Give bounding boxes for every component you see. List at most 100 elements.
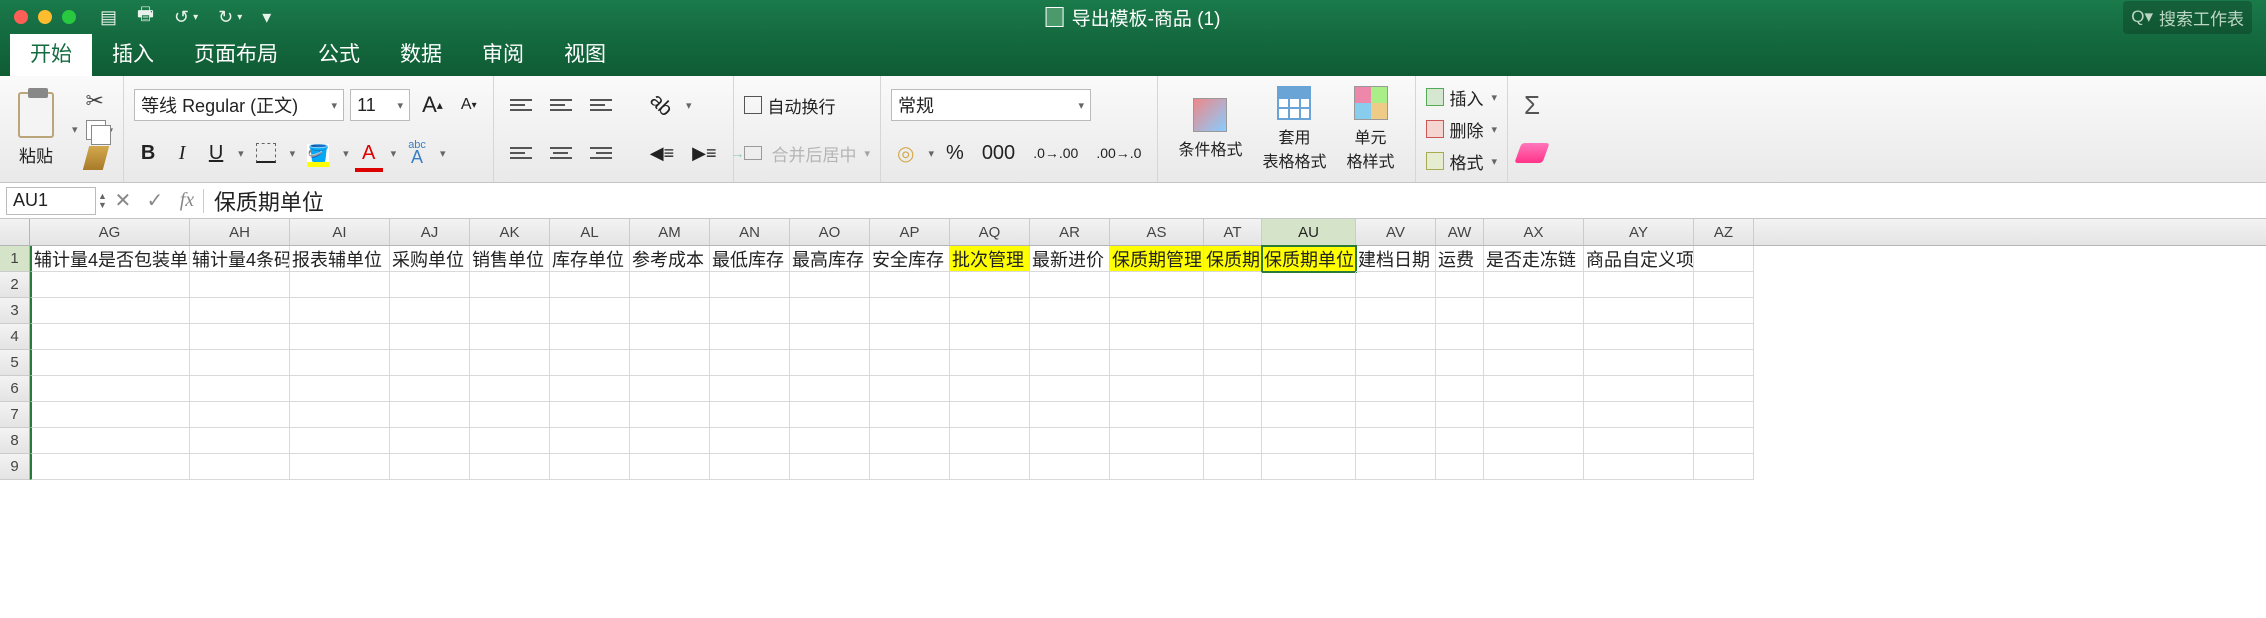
cell[interactable] xyxy=(470,376,550,402)
cell[interactable] xyxy=(470,272,550,298)
cell[interactable] xyxy=(950,454,1030,480)
wrap-text-button[interactable]: 自动换行 xyxy=(744,81,871,129)
insert-cells-button[interactable]: 插入 ▾ xyxy=(1426,81,1498,113)
paste-button[interactable]: 粘贴 xyxy=(10,92,62,167)
cell[interactable] xyxy=(1584,376,1694,402)
column-header[interactable]: AM xyxy=(630,219,710,245)
cell[interactable] xyxy=(1030,298,1110,324)
fx-icon[interactable]: fx xyxy=(171,189,203,212)
cell[interactable] xyxy=(290,428,390,454)
cell[interactable] xyxy=(630,298,710,324)
cell[interactable] xyxy=(1694,350,1754,376)
column-header[interactable]: AY xyxy=(1584,219,1694,245)
undo-button[interactable]: ↺▾ xyxy=(174,7,198,28)
cell[interactable] xyxy=(710,428,790,454)
cell[interactable] xyxy=(1484,454,1584,480)
cell-styles-button[interactable]: 单元 格样式 xyxy=(1337,86,1405,172)
cell[interactable] xyxy=(470,402,550,428)
cell[interactable] xyxy=(1694,324,1754,350)
increase-indent-icon[interactable]: ▶≡ xyxy=(686,138,722,168)
column-header[interactable]: AP xyxy=(870,219,950,245)
cell[interactable]: 参考成本 xyxy=(630,246,710,272)
tab-data[interactable]: 数据 xyxy=(380,30,462,76)
cell[interactable] xyxy=(710,298,790,324)
minimize-window-icon[interactable] xyxy=(38,10,52,24)
cell[interactable] xyxy=(1110,428,1204,454)
cell[interactable] xyxy=(950,272,1030,298)
cell[interactable] xyxy=(1694,246,1754,272)
cell[interactable] xyxy=(390,298,470,324)
cell[interactable]: 是否走冻链 xyxy=(1484,246,1584,272)
cell[interactable] xyxy=(30,298,190,324)
cell[interactable] xyxy=(710,324,790,350)
cell[interactable]: 最低库存 xyxy=(710,246,790,272)
cell[interactable] xyxy=(390,272,470,298)
column-header[interactable]: AQ xyxy=(950,219,1030,245)
cell[interactable] xyxy=(1262,298,1356,324)
cell[interactable] xyxy=(1030,454,1110,480)
cell[interactable] xyxy=(790,402,870,428)
cell[interactable] xyxy=(1356,376,1436,402)
align-middle-icon[interactable] xyxy=(544,90,578,120)
cell[interactable] xyxy=(470,298,550,324)
column-header[interactable]: AS xyxy=(1110,219,1204,245)
cut-icon[interactable]: ✂ xyxy=(86,88,104,114)
cell[interactable]: 建档日期 xyxy=(1356,246,1436,272)
autosum-button[interactable]: Σ xyxy=(1518,90,1546,120)
cell[interactable]: 保质期单位 xyxy=(1262,246,1356,272)
cell[interactable] xyxy=(1436,298,1484,324)
paste-dropdown-icon[interactable]: ▾ xyxy=(72,123,78,136)
redo-button[interactable]: ↻▾ xyxy=(218,7,242,28)
cell[interactable] xyxy=(190,298,290,324)
print-icon[interactable]: 🖶 xyxy=(137,2,154,32)
cell[interactable] xyxy=(950,350,1030,376)
cell[interactable] xyxy=(190,324,290,350)
cell[interactable] xyxy=(870,272,950,298)
cell[interactable] xyxy=(870,454,950,480)
cell[interactable] xyxy=(1356,428,1436,454)
cell[interactable] xyxy=(1030,324,1110,350)
cell[interactable] xyxy=(550,376,630,402)
number-format-select[interactable]: 常规▾ xyxy=(891,89,1091,121)
column-header[interactable]: AT xyxy=(1204,219,1262,245)
align-left-icon[interactable] xyxy=(504,138,538,168)
maximize-window-icon[interactable] xyxy=(62,10,76,24)
cell[interactable] xyxy=(950,324,1030,350)
cell[interactable] xyxy=(1204,402,1262,428)
cell[interactable]: 辅计量4条码 xyxy=(190,246,290,272)
cell[interactable] xyxy=(1356,324,1436,350)
cell[interactable] xyxy=(1030,376,1110,402)
cell[interactable] xyxy=(1584,298,1694,324)
cell[interactable] xyxy=(1356,402,1436,428)
cell[interactable] xyxy=(30,428,190,454)
cell[interactable] xyxy=(710,272,790,298)
cell[interactable] xyxy=(790,298,870,324)
underline-button[interactable]: U xyxy=(202,138,230,168)
italic-button[interactable]: I xyxy=(168,138,196,168)
cell[interactable] xyxy=(550,298,630,324)
cells-area[interactable]: 辅计量4是否包装单位辅计量4条码报表辅单位采购单位销售单位库存单位参考成本最低库… xyxy=(30,246,1754,480)
cell[interactable] xyxy=(790,376,870,402)
select-all-corner[interactable] xyxy=(0,219,30,245)
cell[interactable] xyxy=(30,350,190,376)
cell[interactable]: 最高库存 xyxy=(790,246,870,272)
cell[interactable] xyxy=(1356,272,1436,298)
cell[interactable] xyxy=(790,454,870,480)
row-header[interactable]: 5 xyxy=(0,350,30,376)
font-color-button[interactable]: A xyxy=(355,138,383,168)
tab-page-layout[interactable]: 页面布局 xyxy=(174,30,298,76)
cell[interactable] xyxy=(950,298,1030,324)
merge-center-button[interactable]: 合并后居中 ▾ xyxy=(744,129,871,177)
fill-color-button[interactable]: 🪣 xyxy=(301,138,335,168)
cell[interactable] xyxy=(630,376,710,402)
percent-button[interactable]: % xyxy=(940,138,970,168)
cell[interactable] xyxy=(30,376,190,402)
cell[interactable] xyxy=(870,402,950,428)
name-box-stepper[interactable]: ▲▼ xyxy=(98,192,107,210)
cell[interactable] xyxy=(1204,272,1262,298)
cell[interactable] xyxy=(290,272,390,298)
row-header[interactable]: 9 xyxy=(0,454,30,480)
cell[interactable] xyxy=(550,428,630,454)
cell[interactable] xyxy=(1694,272,1754,298)
tab-formulas[interactable]: 公式 xyxy=(298,30,380,76)
